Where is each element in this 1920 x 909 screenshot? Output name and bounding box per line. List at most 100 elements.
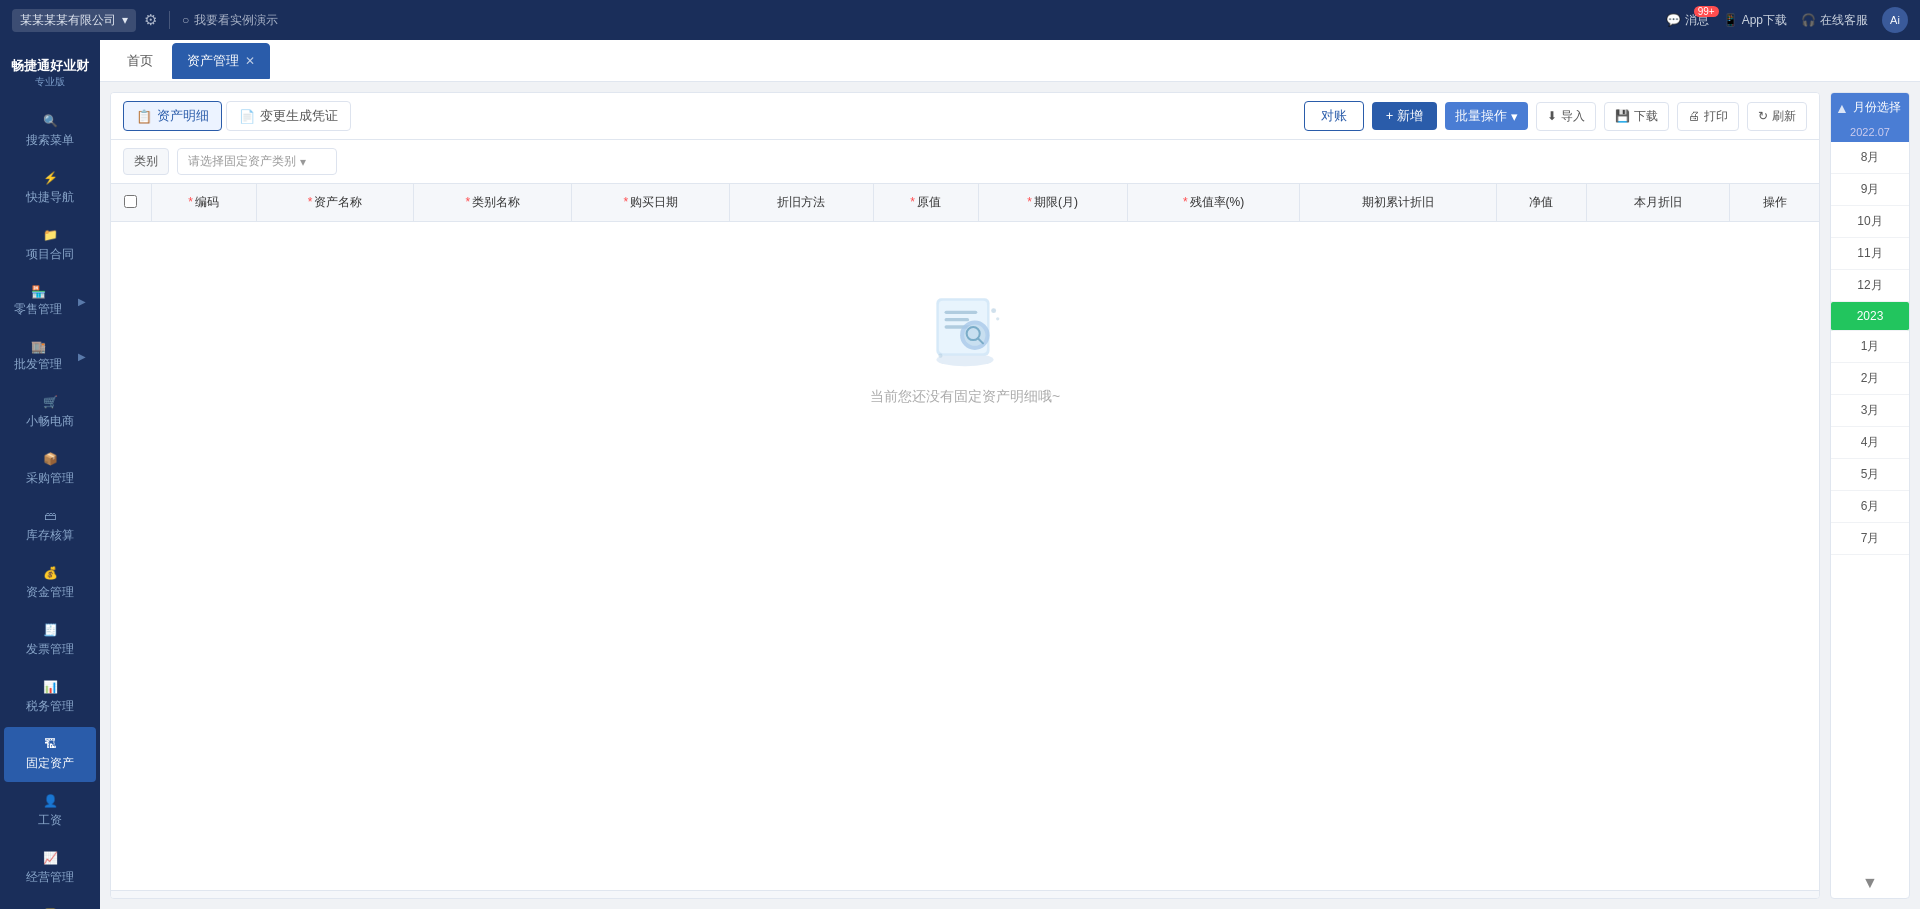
asset-table: *编码 *资产名称 *类别名称 *购买日期 折旧方法 *原值 *期限(月) *残… <box>111 184 1819 222</box>
sub-tab-voucher[interactable]: 📄 变更生成凭证 <box>226 101 351 131</box>
tab-home[interactable]: 首页 <box>112 43 168 79</box>
content-area: 首页 资产管理 ✕ 📋 资产明细 📄 <box>100 40 1920 909</box>
message-btn[interactable]: 💬 消息 99+ <box>1666 12 1709 29</box>
tax-label: 税务管理 <box>26 698 74 715</box>
sidebar-item-purchase[interactable]: 📦 采购管理 <box>4 442 96 497</box>
sidebar-item-search[interactable]: 🔍 搜索菜单 <box>4 104 96 159</box>
header-net-value: 净值 <box>1496 184 1586 222</box>
avatar-text: Ai <box>1890 14 1900 26</box>
print-button[interactable]: 🖨 打印 <box>1677 102 1739 131</box>
batch-label: 批量操作 <box>1455 107 1507 125</box>
svg-point-12 <box>938 354 942 358</box>
table-container: *编码 *资产名称 *类别名称 *购买日期 折旧方法 *原值 *期限(月) *残… <box>111 184 1819 890</box>
sidebar-item-retail[interactable]: 🏪 零售管理 ▶ <box>4 275 96 328</box>
month-list: 8月 9月 10月 11月 12月 2023 1月 2月 3月 4月 5月 6月… <box>1831 142 1909 868</box>
sidebar-item-ecommerce[interactable]: 🛒 小畅电商 <box>4 385 96 440</box>
month-item-2[interactable]: 2月 <box>1831 363 1909 395</box>
month-item-3[interactable]: 3月 <box>1831 395 1909 427</box>
user-avatar[interactable]: Ai <box>1882 7 1908 33</box>
finance-label: 资金管理 <box>26 584 74 601</box>
detail-tab-icon: 📋 <box>136 109 152 124</box>
app-download-btn[interactable]: 📱 App下载 <box>1723 12 1787 29</box>
tab-bar: 首页 资产管理 ✕ <box>100 40 1920 82</box>
select-all-checkbox[interactable] <box>124 195 137 208</box>
wholesale-arrow: ▶ <box>78 351 86 362</box>
month-panel-year-display: 2022.07 <box>1831 122 1909 142</box>
svg-point-11 <box>996 317 999 320</box>
download-button[interactable]: 💾 下载 <box>1604 102 1669 131</box>
retail-icon: 🏪 <box>31 285 46 299</box>
toolbar-right: 对账 + 新增 批量操作 ▾ ⬇ 导入 💾 <box>1304 101 1807 131</box>
sidebar-item-fixed-assets[interactable]: 🏗 固定资产 <box>4 727 96 782</box>
header-name: *资产名称 <box>256 184 414 222</box>
sidebar-item-quick-nav[interactable]: ⚡ 快捷导航 <box>4 161 96 216</box>
month-panel-prev[interactable]: ▲ <box>1835 100 1849 116</box>
inventory-icon: 🗃 <box>44 509 56 523</box>
company-selector[interactable]: 某某某某有限公司 ▾ <box>12 9 136 32</box>
sidebar-item-tax[interactable]: 📊 税务管理 <box>4 670 96 725</box>
demo-btn[interactable]: ○ 我要看实例演示 <box>182 12 278 29</box>
tab-asset-management[interactable]: 资产管理 ✕ <box>172 43 270 79</box>
add-label: + 新增 <box>1386 107 1423 125</box>
batch-button[interactable]: 批量操作 ▾ <box>1445 102 1528 130</box>
main-panel: 📋 资产明细 📄 变更生成凭证 对账 + 新增 <box>110 92 1820 899</box>
tab-close-btn[interactable]: ✕ <box>245 54 255 68</box>
month-item-10[interactable]: 10月 <box>1831 206 1909 238</box>
voucher-tab-icon: 📄 <box>239 109 255 124</box>
header-operation: 操作 <box>1730 184 1819 222</box>
duizhang-button[interactable]: 对账 <box>1304 101 1364 131</box>
top-bar-left: 某某某某有限公司 ▾ ⚙ ○ 我要看实例演示 <box>12 9 1656 32</box>
month-item-6[interactable]: 6月 <box>1831 491 1909 523</box>
ecommerce-icon: 🛒 <box>43 395 58 409</box>
settings-icon[interactable]: ⚙ <box>144 11 157 29</box>
month-item-5[interactable]: 5月 <box>1831 459 1909 491</box>
bottom-scrollbar[interactable] <box>111 890 1819 898</box>
svg-rect-3 <box>945 311 978 314</box>
add-button[interactable]: + 新增 <box>1372 102 1437 130</box>
month-item-1[interactable]: 1月 <box>1831 331 1909 363</box>
page-content: 📋 资产明细 📄 变更生成凭证 对账 + 新增 <box>100 82 1920 909</box>
inventory-label: 库存核算 <box>26 527 74 544</box>
sub-tab-left: 📋 资产明细 📄 变更生成凭证 <box>123 101 351 131</box>
tax-icon: 📊 <box>43 680 58 694</box>
sidebar-item-ledger[interactable]: 📒 总账管理 <box>4 898 96 909</box>
import-button[interactable]: ⬇ 导入 <box>1536 102 1596 131</box>
month-panel-down-btn[interactable]: ▼ <box>1862 874 1878 892</box>
refresh-button[interactable]: ↻ 刷新 <box>1747 102 1807 131</box>
sub-tab-detail[interactable]: 📋 资产明细 <box>123 101 222 131</box>
sidebar-item-inventory[interactable]: 🗃 库存核算 <box>4 499 96 554</box>
download-label: 下载 <box>1634 108 1658 125</box>
month-item-12[interactable]: 12月 <box>1831 270 1909 302</box>
empty-illustration <box>915 282 1015 372</box>
month-item-8[interactable]: 8月 <box>1831 142 1909 174</box>
svg-point-10 <box>991 308 996 313</box>
header-category: *类别名称 <box>414 184 572 222</box>
tab-home-label: 首页 <box>127 52 153 70</box>
business-icon: 📈 <box>43 851 58 865</box>
fixed-assets-icon: 🏗 <box>44 737 56 751</box>
filter-category-select[interactable]: 请选择固定资产类别 ▾ <box>177 148 337 175</box>
month-item-11[interactable]: 11月 <box>1831 238 1909 270</box>
purchase-icon: 📦 <box>43 452 58 466</box>
header-depreciation-method: 折旧方法 <box>730 184 873 222</box>
top-bar: 某某某某有限公司 ▾ ⚙ ○ 我要看实例演示 💬 消息 99+ 📱 App下载 … <box>0 0 1920 40</box>
payroll-icon: 👤 <box>43 794 58 808</box>
filter-bar: 类别 请选择固定资产类别 ▾ <box>111 140 1819 184</box>
ecommerce-label: 小畅电商 <box>26 413 74 430</box>
sidebar-item-payroll[interactable]: 👤 工资 <box>4 784 96 839</box>
sidebar-item-project[interactable]: 📁 项目合同 <box>4 218 96 273</box>
month-item-7[interactable]: 7月 <box>1831 523 1909 555</box>
online-service-btn[interactable]: 🎧 在线客服 <box>1801 12 1868 29</box>
sidebar-item-invoice[interactable]: 🧾 发票管理 <box>4 613 96 668</box>
month-item-9[interactable]: 9月 <box>1831 174 1909 206</box>
company-name: 某某某某有限公司 <box>20 12 116 29</box>
quick-nav-label: 快捷导航 <box>26 189 74 206</box>
sidebar-item-finance[interactable]: 💰 资金管理 <box>4 556 96 611</box>
sidebar: 畅捷通好业财 专业版 🔍 搜索菜单 ⚡ 快捷导航 📁 项目合同 🏪 零售管理 ▶… <box>0 40 100 909</box>
month-item-2023[interactable]: 2023 <box>1831 302 1909 331</box>
sidebar-item-wholesale[interactable]: 🏬 批发管理 ▶ <box>4 330 96 383</box>
retail-arrow: ▶ <box>78 296 86 307</box>
month-item-4[interactable]: 4月 <box>1831 427 1909 459</box>
sidebar-item-business[interactable]: 📈 经营管理 <box>4 841 96 896</box>
refresh-label: 刷新 <box>1772 108 1796 125</box>
